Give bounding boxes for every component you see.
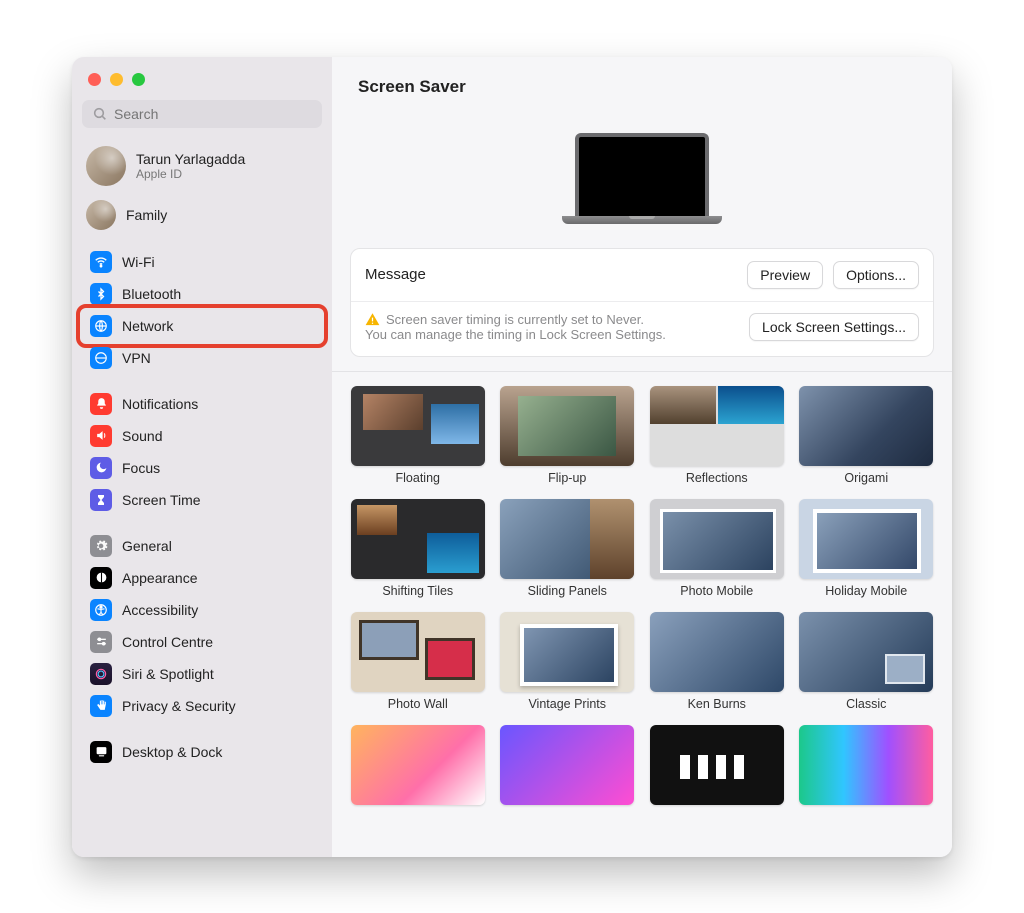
sidebar-label: Desktop & Dock [122, 744, 222, 760]
family-label: Family [126, 207, 167, 223]
bluetooth-icon [90, 283, 112, 305]
search-field-wrap[interactable] [82, 100, 322, 128]
sidebar-label: Bluetooth [122, 286, 181, 302]
sidebar-label: General [122, 538, 172, 554]
sidebar-item-controlcentre[interactable]: Control Centre [82, 626, 322, 658]
saver-flipup[interactable]: Flip-up [500, 386, 636, 491]
family-avatar-icon [86, 200, 116, 230]
sidebar-item-wifi[interactable]: Wi-Fi [82, 246, 322, 278]
sidebar-item-focus[interactable]: Focus [82, 452, 322, 484]
sidebar-item-bluetooth[interactable]: Bluetooth [82, 278, 322, 310]
main-content: Screen Saver Message Preview Options... … [332, 57, 952, 857]
accessibility-icon [90, 599, 112, 621]
saver-extra-3[interactable] [649, 725, 785, 805]
sidebar-item-appleid[interactable]: Tarun Yarlagadda Apple ID [82, 140, 322, 196]
divider [332, 371, 952, 372]
sidebar-item-sound[interactable]: Sound [82, 420, 322, 452]
saver-extra-2[interactable] [500, 725, 636, 805]
sidebar-label: Screen Time [122, 492, 201, 508]
sidebar-item-accessibility[interactable]: Accessibility [82, 594, 322, 626]
saver-classic[interactable]: Classic [799, 612, 935, 717]
sidebar-label: Appearance [122, 570, 198, 586]
sidebar-item-notifications[interactable]: Notifications [82, 388, 322, 420]
sidebar-label: Wi-Fi [122, 254, 155, 270]
saver-sliding-panels[interactable]: Sliding Panels [500, 499, 636, 604]
sidebar-item-screentime[interactable]: Screen Time [82, 484, 322, 516]
avatar [86, 146, 126, 186]
message-label: Message [365, 266, 737, 283]
preview-button[interactable]: Preview [747, 261, 823, 289]
sidebar-label: Notifications [122, 396, 198, 412]
sidebar-label: Accessibility [122, 602, 198, 618]
sidebar-item-network[interactable]: Network [82, 310, 322, 342]
message-panel: Message Preview Options... Screen saver … [350, 248, 934, 357]
hourglass-icon [90, 489, 112, 511]
sidebar-item-privacy[interactable]: Privacy & Security [82, 690, 322, 722]
sidebar-label: VPN [122, 350, 151, 366]
warning-icon [365, 312, 380, 327]
saver-vintage-prints[interactable]: Vintage Prints [500, 612, 636, 717]
bell-icon [90, 393, 112, 415]
saver-holiday-mobile[interactable]: Holiday Mobile [799, 499, 935, 604]
sidebar-item-family[interactable]: Family [82, 196, 322, 242]
sidebar-item-general[interactable]: General [82, 530, 322, 562]
sliders-icon [90, 631, 112, 653]
saver-photo-mobile[interactable]: Photo Mobile [649, 499, 785, 604]
settings-window: Tarun Yarlagadda Apple ID Family Wi-Fi B… [72, 57, 952, 857]
saver-origami[interactable]: Origami [799, 386, 935, 491]
sidebar-label: Network [122, 318, 173, 334]
dock-icon [90, 741, 112, 763]
hand-icon [90, 695, 112, 717]
saver-extra-4[interactable] [799, 725, 935, 805]
sidebar-label: Siri & Spotlight [122, 666, 214, 682]
sidebar-label: Control Centre [122, 634, 213, 650]
lock-screen-settings-button[interactable]: Lock Screen Settings... [749, 313, 919, 341]
sidebar-item-dock[interactable]: Desktop & Dock [82, 736, 322, 768]
sidebar-item-siri[interactable]: Siri & Spotlight [82, 658, 322, 690]
saver-shifting-tiles[interactable]: Shifting Tiles [350, 499, 486, 604]
close-window-button[interactable] [88, 73, 101, 86]
appearance-icon [90, 567, 112, 589]
globe-icon [90, 315, 112, 337]
search-icon [92, 106, 108, 122]
speaker-icon [90, 425, 112, 447]
sidebar-item-appearance[interactable]: Appearance [82, 562, 322, 594]
page-title: Screen Saver [358, 77, 926, 97]
minimize-window-button[interactable] [110, 73, 123, 86]
saver-photo-wall[interactable]: Photo Wall [350, 612, 486, 717]
vpn-icon [90, 347, 112, 369]
options-button[interactable]: Options... [833, 261, 919, 289]
wifi-icon [90, 251, 112, 273]
window-controls [82, 69, 322, 100]
sidebar-label: Sound [122, 428, 162, 444]
sidebar: Tarun Yarlagadda Apple ID Family Wi-Fi B… [72, 57, 332, 857]
moon-icon [90, 457, 112, 479]
saver-floating[interactable]: Floating [350, 386, 486, 491]
warning-text: Screen saver timing is currently set to … [365, 312, 739, 342]
sidebar-label: Privacy & Security [122, 698, 236, 714]
maximize-window-button[interactable] [132, 73, 145, 86]
saver-ken-burns[interactable]: Ken Burns [649, 612, 785, 717]
laptop-graphic [567, 133, 717, 224]
user-name: Tarun Yarlagadda [136, 151, 245, 167]
screensaver-preview [332, 103, 952, 248]
siri-icon [90, 663, 112, 685]
sidebar-label: Focus [122, 460, 160, 476]
saver-reflections[interactable]: Reflections [649, 386, 785, 491]
gear-icon [90, 535, 112, 557]
saver-extra-1[interactable] [350, 725, 486, 805]
screensaver-grid: Floating Flip-up Reflections Origami Shi… [332, 386, 952, 805]
page-header: Screen Saver [332, 57, 952, 103]
search-input[interactable] [114, 106, 312, 122]
user-sub: Apple ID [136, 167, 245, 181]
sidebar-item-vpn[interactable]: VPN [82, 342, 322, 374]
